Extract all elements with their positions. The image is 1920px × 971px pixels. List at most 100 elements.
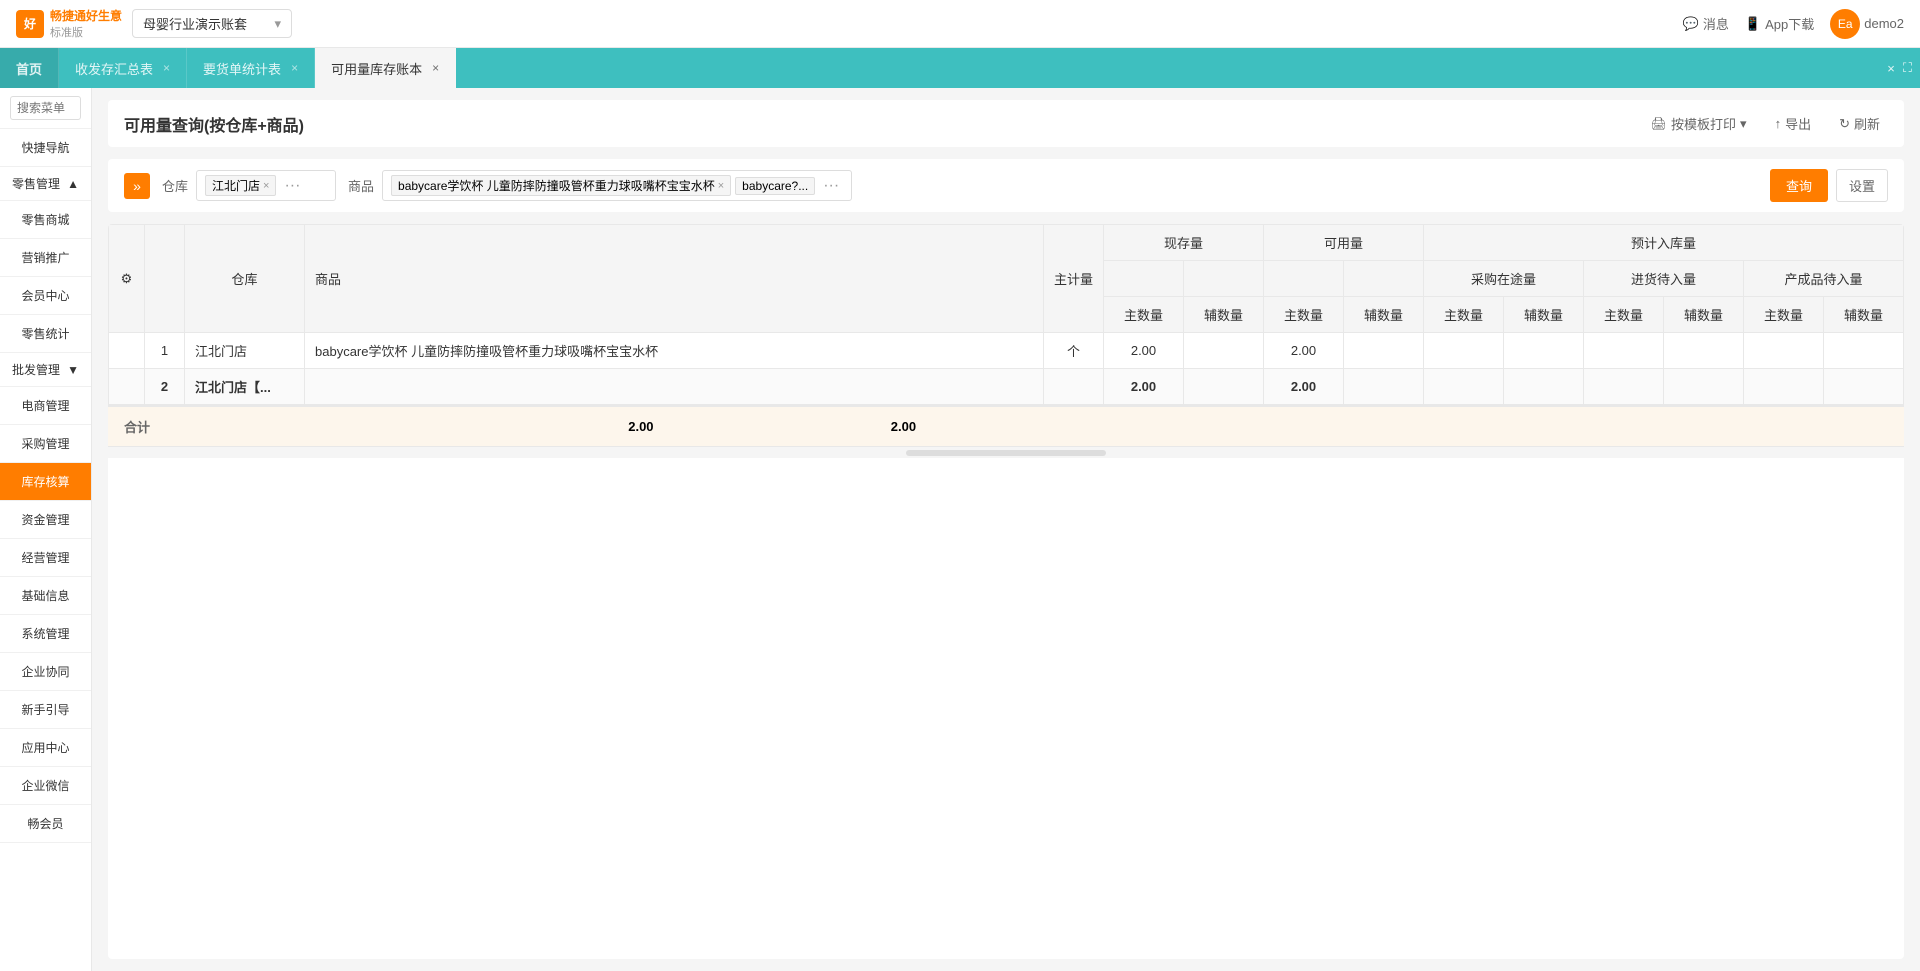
sidebar-item-inventory[interactable]: 库存核算 (0, 463, 91, 501)
col-expected-header: 预计入库量 (1424, 225, 1904, 261)
row1-produced-sub (1824, 333, 1904, 369)
sidebar-item-wechat[interactable]: 企业微信 (0, 767, 91, 805)
download-button[interactable]: 📱 App下载 (1745, 14, 1814, 33)
search-input[interactable] (10, 96, 81, 120)
warehouse-tag-close[interactable]: × (263, 180, 269, 192)
col-produced-main-header: 主数量 (1744, 297, 1824, 333)
bottom-scrollbar[interactable] (108, 446, 1904, 458)
export-icon: ↑ (1775, 116, 1782, 131)
warehouse-tag: 江北门店 × (205, 175, 276, 196)
col-incoming-sub-header: 辅数量 (1664, 297, 1744, 333)
table-scroll[interactable]: ⚙ 仓库 商品 主计量 现存量 可用量 预计入库量 (108, 224, 1904, 405)
sidebar-item-zero-sales[interactable]: 零售管理 ▲ (0, 167, 91, 201)
row1-produced-main (1744, 333, 1824, 369)
export-button[interactable]: ↑ 导出 (1767, 110, 1820, 137)
filter-actions: 查询 设置 (1770, 169, 1888, 202)
sidebar-item-wholesale[interactable]: 批发管理 ▼ (0, 353, 91, 387)
sidebar-item-app-center[interactable]: 应用中心 (0, 729, 91, 767)
sidebar-item-basic-info[interactable]: 基础信息 (0, 577, 91, 615)
sidebar-item-ecommerce[interactable]: 电商管理 (0, 387, 91, 425)
row1-seq: 1 (145, 333, 185, 369)
tab-close-order[interactable]: × (291, 61, 298, 75)
message-button[interactable]: 💬 消息 (1683, 14, 1729, 33)
tab-receipt-summary[interactable]: 收发存汇总表 × (59, 48, 187, 88)
product-tag1-close[interactable]: × (718, 180, 724, 192)
row2-warehouse: 江北门店【... (185, 369, 305, 405)
logo-area: 好 畅捷通好生意 标准版 (16, 7, 122, 40)
col-product-header: 商品 (305, 225, 1044, 333)
filter-expand-button[interactable]: » (124, 173, 150, 199)
product-tag-1: babycare学饮杯 儿童防摔防撞吸管杯重力球吸嘴杯宝宝水杯 × (391, 175, 731, 196)
row2-avail-main: 2.00 (1264, 369, 1344, 405)
main-layout: 快捷导航 零售管理 ▲ 零售商城 营销推广 会员中心 零售统计 批发管理 ▼ 电… (0, 88, 1920, 971)
sidebar-item-enterprise[interactable]: 企业协同 (0, 653, 91, 691)
top-header: 好 畅捷通好生意 标准版 母婴行业演示账套 ▾ 💬 消息 📱 App下载 Ea … (0, 0, 1920, 48)
logo-icon: 好 (16, 10, 44, 38)
product-more[interactable]: ··· (819, 177, 843, 195)
col-purchase-main-header: 主数量 (1424, 297, 1504, 333)
print-button[interactable]: 🖨 按模板打印 ▾ (1643, 110, 1755, 137)
refresh-icon: ↻ (1839, 116, 1850, 132)
tab-available-inventory[interactable]: 可用量库存账本 × (315, 48, 456, 88)
header-right: 💬 消息 📱 App下载 Ea demo2 (1683, 9, 1904, 39)
row1-product: babycare学饮杯 儿童防摔防撞吸管杯重力球吸嘴杯宝宝水杯 (305, 333, 1044, 369)
row2-produced-sub (1824, 369, 1904, 405)
col-produced-sub-header: 辅数量 (1824, 297, 1904, 333)
sidebar-item-retail-stats[interactable]: 零售统计 (0, 315, 91, 353)
sidebar-item-quick-nav[interactable]: 快捷导航 (0, 129, 91, 167)
sidebar-item-operations[interactable]: 经营管理 (0, 539, 91, 577)
tab-order-stats[interactable]: 要货单统计表 × (187, 48, 315, 88)
col-stock-sub-header2: 辅数量 (1184, 297, 1264, 333)
col-stock-sub2-header (1184, 261, 1264, 297)
user-menu[interactable]: Ea demo2 (1830, 9, 1904, 39)
row2-incoming-sub (1664, 369, 1744, 405)
sidebar-item-new-guide[interactable]: 新手引导 (0, 691, 91, 729)
row2-gear (109, 369, 145, 405)
header-left: 好 畅捷通好生意 标准版 母婴行业演示账套 ▾ (16, 7, 292, 40)
sidebar-search-area (0, 88, 91, 129)
scroll-thumb[interactable] (906, 450, 1106, 456)
tab-close-all[interactable]: × (1887, 61, 1895, 76)
col-incoming-header: 进货待入量 (1584, 261, 1744, 297)
row1-gear (109, 333, 145, 369)
tab-close-receipt[interactable]: × (163, 61, 170, 75)
download-icon: 📱 (1745, 16, 1761, 32)
footer-stock-main: 2.00 (575, 419, 706, 434)
table-footer: 合计 2.00 2.00 (108, 405, 1904, 446)
avatar: Ea (1830, 9, 1860, 39)
logo-text: 畅捷通好生意 标准版 (50, 7, 122, 40)
sidebar-item-system[interactable]: 系统管理 (0, 615, 91, 653)
sidebar-item-purchase[interactable]: 采购管理 (0, 425, 91, 463)
row1-stock-main: 2.00 (1104, 333, 1184, 369)
chevron-icon: ▲ (67, 177, 79, 191)
row2-seq: 2 (145, 369, 185, 405)
page-title-actions: 🖨 按模板打印 ▾ ↑ 导出 ↻ 刷新 (1643, 110, 1889, 137)
settings-button[interactable]: 设置 (1836, 169, 1888, 202)
page-title: 可用量查询(按仓库+商品) (124, 112, 304, 136)
col-purchase-sub-header: 辅数量 (1504, 297, 1584, 333)
tab-close-inventory[interactable]: × (432, 61, 439, 75)
col-gear-header[interactable]: ⚙ (109, 225, 145, 333)
col-available-header: 可用量 (1264, 225, 1424, 261)
sidebar-item-member[interactable]: 会员中心 (0, 277, 91, 315)
tab-expand[interactable]: ⛶ (1903, 60, 1912, 76)
col-avail-main-header: 主数量 (1264, 297, 1344, 333)
company-selector[interactable]: 母婴行业演示账套 ▾ (132, 9, 292, 38)
query-button[interactable]: 查询 (1770, 169, 1828, 202)
footer-label: 合计 (124, 417, 224, 436)
page-title-bar: 可用量查询(按仓库+商品) 🖨 按模板打印 ▾ ↑ 导出 ↻ 刷新 (108, 100, 1904, 147)
sidebar-item-vip[interactable]: 畅会员 (0, 805, 91, 843)
row2-stock-sub (1184, 369, 1264, 405)
col-warehouse-header: 仓库 (185, 225, 305, 333)
sidebar-item-mall[interactable]: 零售商城 (0, 201, 91, 239)
sidebar-item-finance[interactable]: 资金管理 (0, 501, 91, 539)
warehouse-more[interactable]: ··· (280, 177, 304, 195)
sidebar-item-marketing[interactable]: 营销推广 (0, 239, 91, 277)
row1-incoming-sub (1664, 333, 1744, 369)
refresh-button[interactable]: ↻ 刷新 (1831, 110, 1888, 137)
product-filter-input[interactable]: babycare学饮杯 儿童防摔防撞吸管杯重力球吸嘴杯宝宝水杯 × babyca… (382, 170, 852, 201)
tab-home[interactable]: 首页 (0, 48, 59, 88)
row1-stock-sub (1184, 333, 1264, 369)
warehouse-filter-input[interactable]: 江北门店 × ··· (196, 170, 336, 201)
col-incoming-main-header: 主数量 (1584, 297, 1664, 333)
